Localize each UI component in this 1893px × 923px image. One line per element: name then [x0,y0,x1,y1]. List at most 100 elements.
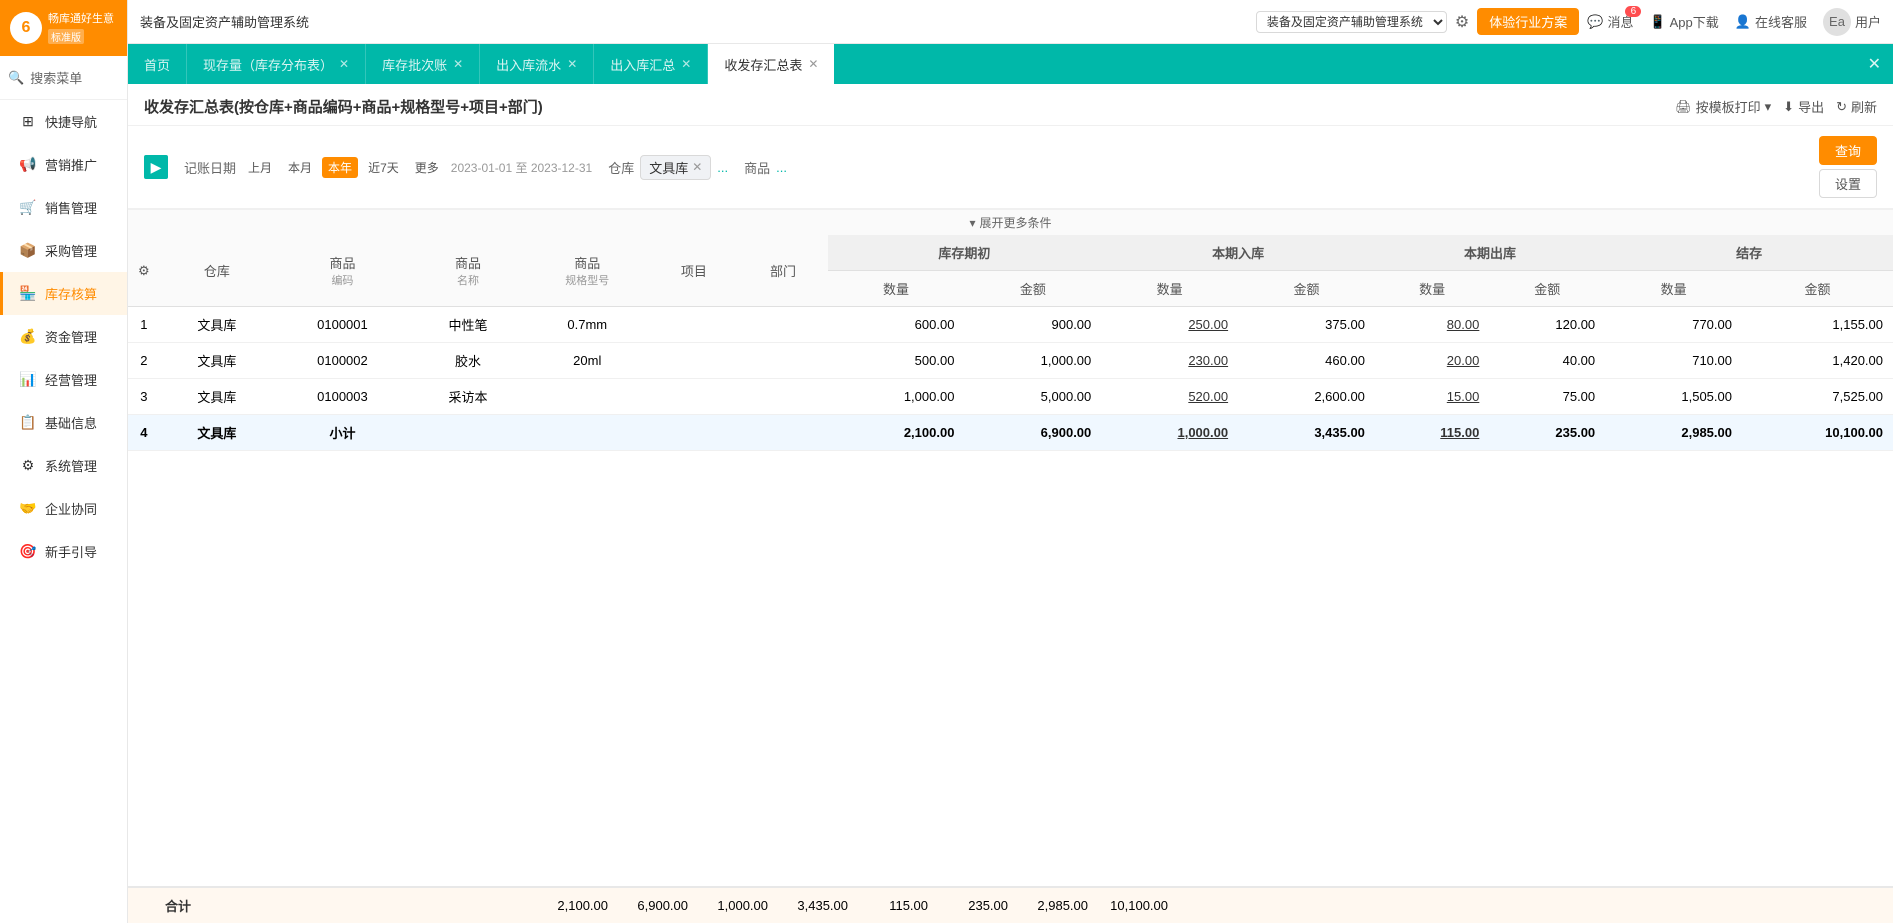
tab-label: 收发存汇总表 [724,55,802,74]
row-out-qty[interactable]: 20.00 [1375,343,1489,379]
logo-text: 畅库通好生意 [48,12,114,26]
sidebar-item-finance[interactable]: 💰 资金管理 [0,315,127,358]
col-project: 项目 [649,235,738,307]
tab-label: 出入库流水 [496,55,561,74]
tab-close-icon[interactable]: ✕ [808,58,818,70]
row-spec: 20ml [525,343,649,379]
total-open-qty: 2,100.00 [538,898,618,913]
user-label: 用户 [1855,12,1881,31]
row-close-qty: 770.00 [1605,307,1742,343]
tab-batch-ledger[interactable]: 库存批次账 ✕ [366,44,480,84]
settings-icon[interactable]: ⚙ [1455,12,1469,32]
expand-more-conditions[interactable]: ▾ 展开更多条件 [128,209,1893,235]
expand-label: 展开更多条件 [980,214,1052,231]
sales-icon: 🛒 [19,199,37,216]
sidebar-item-marketing[interactable]: 📢 营销推广 [0,143,127,186]
row-warehouse: 文具库 [160,307,274,343]
tab-in-out-flow[interactable]: 出入库流水 ✕ [480,44,594,84]
subtotal-out-qty: 115.00 [1375,415,1489,451]
query-button[interactable]: 查询 [1819,136,1877,165]
user-button[interactable]: Ea 用户 [1823,8,1881,36]
date-7days[interactable]: 近7天 [362,157,405,178]
sidebar-item-system[interactable]: ⚙ 系统管理 [0,444,127,487]
date-range-text: 2023-01-01 至 2023-12-31 [451,159,592,176]
row-dept [738,343,827,379]
row-out-qty[interactable]: 80.00 [1375,307,1489,343]
filter-expand-button[interactable]: ▶ [144,155,168,179]
row-in-amt: 375.00 [1238,307,1375,343]
warehouse-tag-close[interactable]: ✕ [692,160,702,174]
sidebar-item-purchase[interactable]: 📦 采购管理 [0,229,127,272]
row-open-amt: 900.00 [964,307,1101,343]
sidebar-item-sales[interactable]: 🛒 销售管理 [0,186,127,229]
messages-button[interactable]: 💬 消息 6 [1587,12,1633,31]
tab-in-out-summary[interactable]: 出入库汇总 ✕ [594,44,708,84]
sidebar-item-operations[interactable]: 📊 经营管理 [0,358,127,401]
row-open-qty: 1,000.00 [828,379,965,415]
total-out-amt: 235.00 [938,898,1018,913]
goods-more-button[interactable]: ... [776,160,787,175]
total-out-qty: 115.00 [858,898,938,913]
tab-close-icon[interactable]: ✕ [453,58,463,70]
table-row: 3 文具库 0100003 采访本 1,000.00 5,000.00 520.… [128,379,1893,415]
tab-bar-close-icon[interactable]: ✕ [1856,54,1893,74]
date-this-year[interactable]: 本年 [322,157,358,178]
row-out-qty[interactable]: 15.00 [1375,379,1489,415]
warehouse-filter-group: 仓库 文具库 ✕ ... [608,155,728,180]
sidebar-item-basic-info[interactable]: 📋 基础信息 [0,401,127,444]
system-icon: ⚙ [19,457,37,474]
date-prev-month[interactable]: 上月 [242,157,278,178]
online-service-button[interactable]: 👤 在线客服 [1735,12,1807,31]
sidebar-item-label: 企业协同 [45,499,97,518]
search-menu-button[interactable]: 🔍 搜索菜单 [8,64,119,91]
row-name: 胶水 [411,343,525,379]
page-inner: 收发存汇总表(按仓库+商品编码+商品+规格型号+项目+部门) 🖨 按模板打印 ▾… [128,84,1893,923]
sidebar-item-guide[interactable]: 🎯 新手引导 [0,530,127,573]
tab-bar: 首页 现存量（库存分布表） ✕ 库存批次账 ✕ 出入库流水 ✕ 出入库汇总 ✕ … [128,44,1893,84]
row-name: 采访本 [411,379,525,415]
tab-stock-dist[interactable]: 现存量（库存分布表） ✕ [187,44,366,84]
row-in-qty[interactable]: 520.00 [1101,379,1238,415]
trial-button[interactable]: 体验行业方案 [1477,8,1579,35]
tab-receive-summary[interactable]: 收发存汇总表 ✕ [708,44,834,84]
sidebar-item-label: 经营管理 [45,370,97,389]
tab-close-icon[interactable]: ✕ [681,58,691,70]
sidebar-item-quick-nav[interactable]: ⊞ 快捷导航 [0,100,127,143]
sidebar-item-label: 基础信息 [45,413,97,432]
row-warehouse: 文具库 [160,379,274,415]
col-settings[interactable]: ⚙ [128,235,160,307]
row-out-amt: 40.00 [1489,343,1605,379]
logo-text-block: 畅库通好生意 标准版 [48,12,114,43]
subtotal-close-amt: 10,100.00 [1742,415,1893,451]
date-more[interactable]: 更多 [409,157,445,178]
subtotal-warehouse: 文具库 [160,415,274,451]
date-this-month[interactable]: 本月 [282,157,318,178]
subtotal-empty2 [525,415,649,451]
print-button[interactable]: 🖨 按模板打印 ▾ [1675,97,1771,116]
row-in-qty[interactable]: 230.00 [1101,343,1238,379]
subtotal-in-qty: 1,000.00 [1101,415,1238,451]
filter-settings-button[interactable]: 设置 [1819,169,1877,198]
tab-close-icon[interactable]: ✕ [339,58,349,70]
data-table-wrapper: ⚙ 仓库 商品编码 商品名称 商品规格型号 项目 部门 库存期初 本期入库 本期… [128,235,1893,886]
sidebar-item-label: 采购管理 [45,241,97,260]
col-warehouse: 仓库 [160,235,274,307]
row-in-qty[interactable]: 250.00 [1101,307,1238,343]
row-spec: 0.7mm [525,307,649,343]
marketing-icon: 📢 [19,156,37,173]
sidebar-item-enterprise[interactable]: 🤝 企业协同 [0,487,127,530]
refresh-icon: ↻ [1836,99,1847,115]
tab-close-icon[interactable]: ✕ [567,58,577,70]
refresh-button[interactable]: ↻ 刷新 [1836,97,1877,116]
app-download-button[interactable]: 📱 App下载 [1649,12,1718,31]
export-button[interactable]: ⬇ 导出 [1783,97,1824,116]
row-code: 0100001 [274,307,411,343]
main-content: 装备及固定资产辅助管理系统 装备及固定资产辅助管理系统 ⚙ 体验行业方案 💬 消… [128,0,1893,923]
table-body: 1 文具库 0100001 中性笔 0.7mm 600.00 900.00 25… [128,307,1893,451]
warehouse-more-button[interactable]: ... [717,160,728,175]
tab-home[interactable]: 首页 [128,44,187,84]
enterprise-icon: 🤝 [19,500,37,517]
sidebar-item-inventory[interactable]: 🏪 库存核算 [0,272,127,315]
row-spec [525,379,649,415]
system-selector[interactable]: 装备及固定资产辅助管理系统 [1256,11,1447,33]
